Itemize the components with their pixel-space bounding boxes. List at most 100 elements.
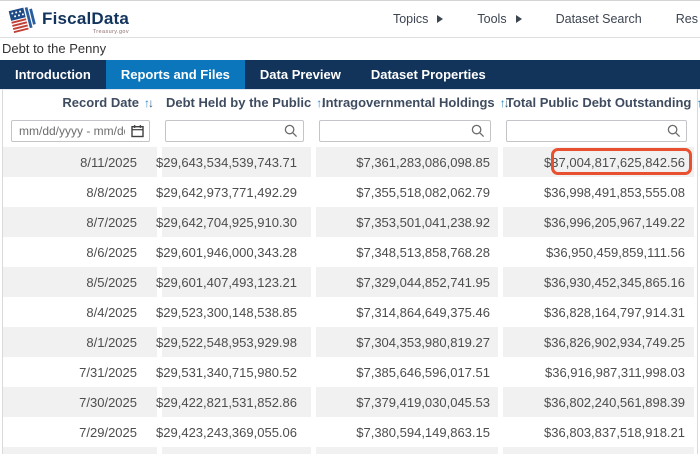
- column-label: Debt Held by the Public: [166, 95, 311, 110]
- caret-right-icon: [516, 15, 522, 23]
- tab-data-preview[interactable]: Data Preview: [245, 60, 356, 89]
- nav-label: Res: [676, 12, 698, 26]
- cell-record-date: 8/5/2025: [3, 267, 157, 297]
- date-range-input[interactable]: [11, 120, 150, 142]
- cell-debt-held: $29,643,534,539,743.71: [157, 147, 311, 177]
- cell-total-debt: $36,998,491,853,555.08: [498, 177, 694, 207]
- cell-total-debt: $36,996,205,967,149.22: [498, 207, 694, 237]
- cell-total-debt-value: $36,826,902,934,749.25: [544, 335, 685, 350]
- table-row-partial: [3, 447, 697, 454]
- cell-intragovernmental: $7,355,518,082,062.79: [311, 177, 498, 207]
- cell-debt-held: $29,601,407,493,123.21: [157, 267, 311, 297]
- filter-cell-total-debt: [498, 120, 694, 142]
- nav-label: Tools: [477, 12, 506, 26]
- top-nav: Topics Tools Dataset Search Res: [393, 12, 700, 26]
- table-row[interactable]: 7/30/2025 $29,422,821,531,852.86 $7,379,…: [3, 387, 697, 417]
- column-label: Intragovernmental Holdings: [322, 95, 495, 110]
- cell-total-debt-value: $36,996,205,967,149.22: [544, 215, 685, 230]
- cell-debt-held: $29,531,340,715,980.52: [157, 357, 311, 387]
- cell-debt-held: $29,522,548,953,929.98: [157, 327, 311, 357]
- cell-debt-held: $29,642,973,771,492.29: [157, 177, 311, 207]
- page-title: Debt to the Penny: [0, 38, 700, 60]
- data-table: Record Date Debt Held by the Public Intr…: [0, 89, 700, 454]
- nav-item-topics[interactable]: Topics: [393, 12, 443, 26]
- cell-record-date: 8/7/2025: [3, 207, 157, 237]
- column-header-debt-held[interactable]: Debt Held by the Public: [157, 95, 311, 110]
- cell-record-date: 8/11/2025: [3, 147, 157, 177]
- column-label: Total Public Debt Outstanding: [506, 95, 691, 110]
- filter-cell-date: [3, 120, 157, 142]
- flag-logo-icon: [8, 5, 38, 33]
- table-row[interactable]: 8/4/2025 $29,523,300,148,538.85 $7,314,8…: [3, 297, 697, 327]
- cell-total-debt-value: $36,998,491,853,555.08: [544, 185, 685, 200]
- table-row[interactable]: 7/29/2025 $29,423,243,369,055.06 $7,380,…: [3, 417, 697, 447]
- cell-total-debt-value: $36,916,987,311,998.03: [545, 365, 685, 380]
- column-label: Record Date: [62, 95, 139, 110]
- cell-intragovernmental: $7,380,594,149,863.15: [311, 417, 498, 447]
- table-row[interactable]: 8/1/2025 $29,522,548,953,929.98 $7,304,3…: [3, 327, 697, 357]
- cell-total-debt: $36,950,459,859,111.56: [498, 237, 694, 267]
- cell-record-date: 8/4/2025: [3, 297, 157, 327]
- column-header-intragovernmental[interactable]: Intragovernmental Holdings: [311, 95, 498, 110]
- sort-icon[interactable]: [696, 96, 700, 110]
- site-header: FiscalData Treasury.gov Topics Tools Dat…: [0, 1, 700, 38]
- cell-intragovernmental: $7,361,283,086,098.85: [311, 147, 498, 177]
- cell-total-debt: $36,802,240,561,898.39: [498, 387, 694, 417]
- cell-total-debt-value: $36,828,164,797,914.31: [544, 305, 685, 320]
- cell-intragovernmental: $7,304,353,980,819.27: [311, 327, 498, 357]
- table-row[interactable]: 8/8/2025 $29,642,973,771,492.29 $7,355,5…: [3, 177, 697, 207]
- sort-icon[interactable]: [144, 96, 152, 110]
- nav-item-tools[interactable]: Tools: [477, 12, 521, 26]
- search-icon[interactable]: [284, 124, 298, 138]
- cell-total-debt: $36,930,452,345,865.16: [498, 267, 694, 297]
- cell-intragovernmental: $7,385,646,596,017.51: [311, 357, 498, 387]
- filter-cell-debt-held: [157, 120, 311, 142]
- cell-debt-held: $29,642,704,925,910.30: [157, 207, 311, 237]
- table-filter-row: [3, 114, 697, 147]
- table-row[interactable]: 8/11/2025 $29,643,534,539,743.71 $7,361,…: [3, 147, 697, 177]
- brand-name: FiscalData: [42, 9, 129, 28]
- brand-tagline: Treasury.gov: [93, 29, 129, 35]
- cell-debt-held: $29,523,300,148,538.85: [157, 297, 311, 327]
- cell-record-date: 8/8/2025: [3, 177, 157, 207]
- cell-intragovernmental: $7,348,513,858,768.28: [311, 237, 498, 267]
- total-debt-search-input[interactable]: [506, 120, 687, 142]
- nav-item-resources-truncated[interactable]: Res: [676, 12, 698, 26]
- table-body: 8/11/2025 $29,643,534,539,743.71 $7,361,…: [0, 147, 700, 447]
- search-icon[interactable]: [667, 124, 681, 138]
- table-row[interactable]: 8/5/2025 $29,601,407,493,123.21 $7,329,0…: [3, 267, 697, 297]
- fiscaldata-logo[interactable]: FiscalData Treasury.gov: [8, 5, 129, 33]
- search-icon[interactable]: [471, 124, 485, 138]
- calendar-icon[interactable]: [131, 124, 144, 137]
- cell-record-date: 8/1/2025: [3, 327, 157, 357]
- cell-total-debt: $36,828,164,797,914.31: [498, 297, 694, 327]
- cell-total-debt-value: $36,930,452,345,865.16: [544, 275, 685, 290]
- cell-intragovernmental: $7,314,864,649,375.46: [311, 297, 498, 327]
- cell-total-debt: $36,826,902,934,749.25: [498, 327, 694, 357]
- caret-right-icon: [437, 15, 443, 23]
- tab-dataset-properties[interactable]: Dataset Properties: [356, 60, 501, 89]
- cell-total-debt: $36,803,837,518,918.21: [498, 417, 694, 447]
- tab-reports-and-files[interactable]: Reports and Files: [106, 60, 245, 89]
- cell-record-date: 7/29/2025: [3, 417, 157, 447]
- cell-total-debt: $36,916,987,311,998.03: [498, 357, 694, 387]
- nav-label: Dataset Search: [556, 12, 642, 26]
- intragovernmental-search-input[interactable]: [319, 120, 491, 142]
- nav-item-dataset-search[interactable]: Dataset Search: [556, 12, 642, 26]
- cell-total-debt: $37,004,817,625,842.56: [498, 147, 694, 177]
- tab-bar: Introduction Reports and Files Data Prev…: [0, 60, 700, 89]
- table-header-row: Record Date Debt Held by the Public Intr…: [3, 90, 697, 114]
- column-header-record-date[interactable]: Record Date: [3, 95, 157, 110]
- cell-record-date: 7/30/2025: [3, 387, 157, 417]
- filter-cell-intragovernmental: [311, 120, 498, 142]
- table-row[interactable]: 7/31/2025 $29,531,340,715,980.52 $7,385,…: [3, 357, 697, 387]
- cell-record-date: 8/6/2025: [3, 237, 157, 267]
- cell-debt-held: $29,601,946,000,343.28: [157, 237, 311, 267]
- cell-debt-held: $29,422,821,531,852.86: [157, 387, 311, 417]
- cell-intragovernmental: $7,329,044,852,741.95: [311, 267, 498, 297]
- column-header-total-debt[interactable]: Total Public Debt Outstanding: [498, 95, 694, 110]
- table-row[interactable]: 8/7/2025 $29,642,704,925,910.30 $7,353,5…: [3, 207, 697, 237]
- table-row[interactable]: 8/6/2025 $29,601,946,000,343.28 $7,348,5…: [3, 237, 697, 267]
- tab-introduction[interactable]: Introduction: [0, 60, 106, 89]
- cell-intragovernmental: $7,379,419,030,045.53: [311, 387, 498, 417]
